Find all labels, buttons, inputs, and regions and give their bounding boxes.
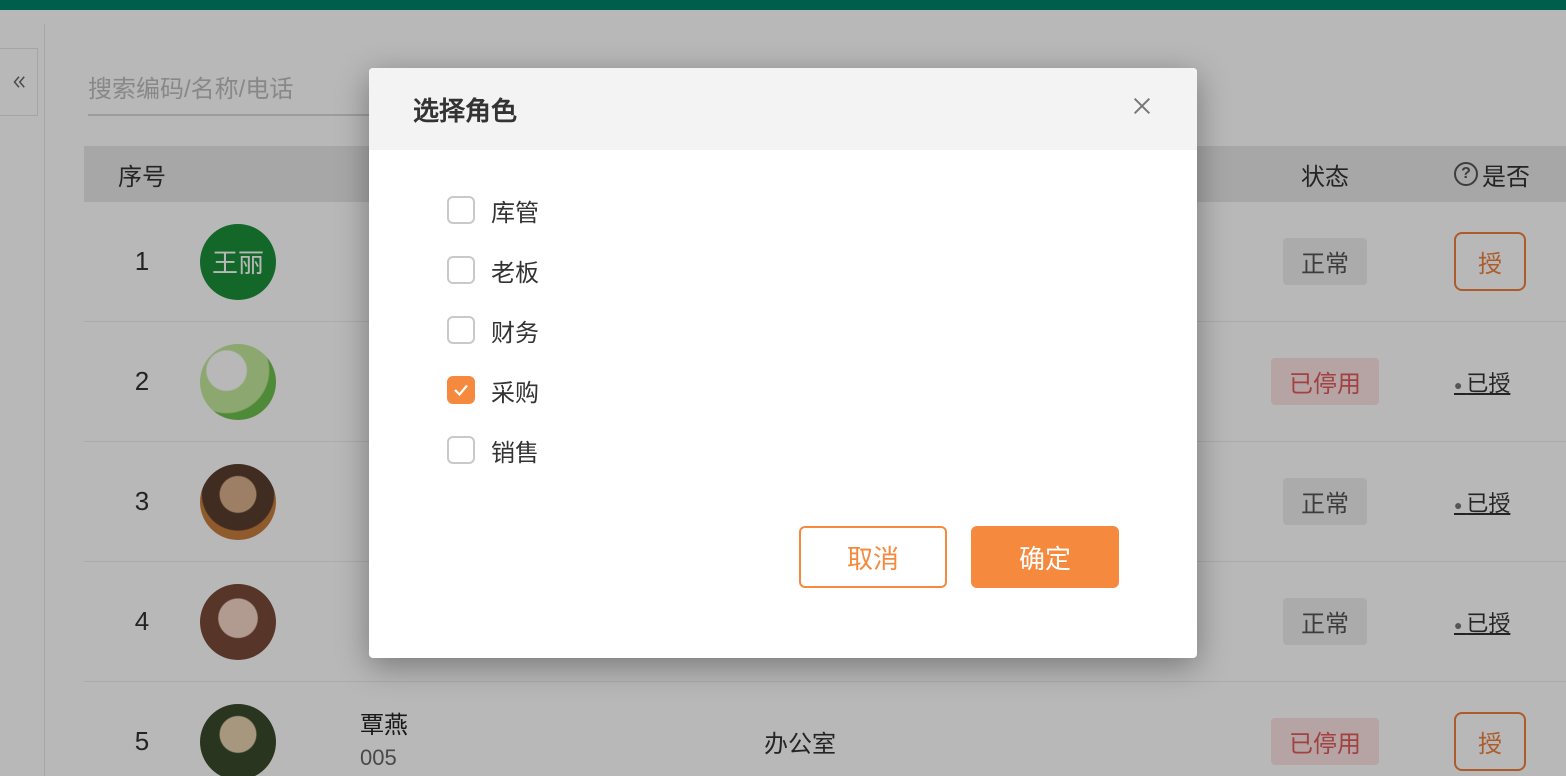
role-option[interactable]: 采购 xyxy=(447,360,1153,420)
cancel-button[interactable]: 取消 xyxy=(799,526,947,588)
role-checkbox[interactable] xyxy=(447,436,475,464)
modal-body: 库管 老板 财务 采购 销售 xyxy=(369,150,1197,490)
role-checkbox[interactable] xyxy=(447,256,475,284)
role-label: 老板 xyxy=(491,253,539,288)
ok-button[interactable]: 确定 xyxy=(971,526,1119,588)
role-label: 销售 xyxy=(491,433,539,468)
role-option[interactable]: 老板 xyxy=(447,240,1153,300)
close-icon xyxy=(1131,95,1153,117)
role-label: 采购 xyxy=(491,373,539,408)
role-label: 库管 xyxy=(491,193,539,228)
modal-close-button[interactable] xyxy=(1131,95,1153,123)
modal-footer: 取消 确定 xyxy=(369,490,1197,658)
role-checkbox[interactable] xyxy=(447,316,475,344)
role-option[interactable]: 财务 xyxy=(447,300,1153,360)
role-option[interactable]: 销售 xyxy=(447,420,1153,480)
check-icon xyxy=(452,381,470,399)
modal-header: 选择角色 xyxy=(369,68,1197,150)
role-option[interactable]: 库管 xyxy=(447,180,1153,240)
role-checkbox[interactable] xyxy=(447,196,475,224)
role-label: 财务 xyxy=(491,313,539,348)
modal-overlay[interactable]: 选择角色 库管 老板 财务 采购 销售 取消 确定 xyxy=(0,0,1566,776)
modal-title: 选择角色 xyxy=(413,91,517,128)
role-select-modal: 选择角色 库管 老板 财务 采购 销售 取消 确定 xyxy=(369,68,1197,658)
role-checkbox[interactable] xyxy=(447,376,475,404)
